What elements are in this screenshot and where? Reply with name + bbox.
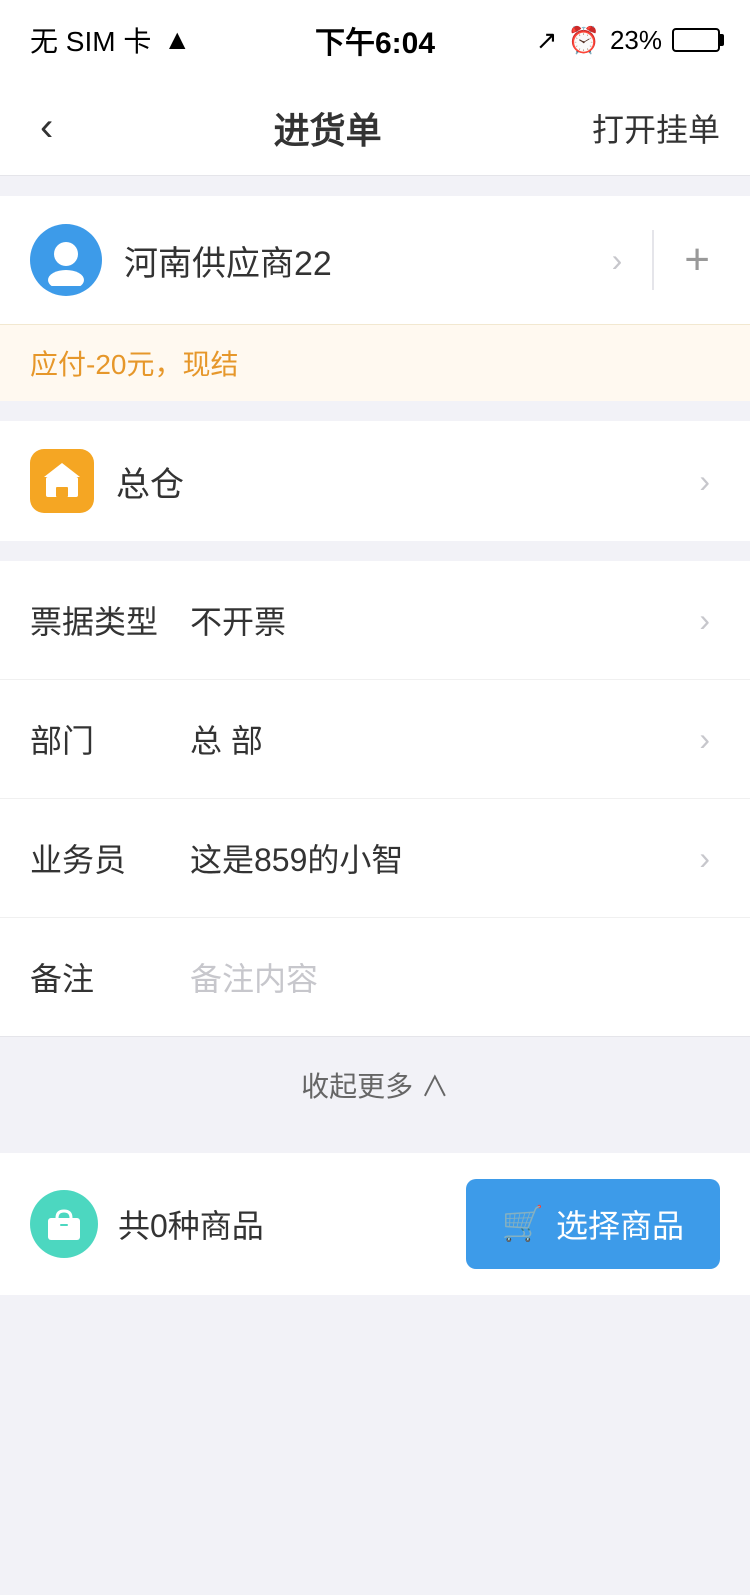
nav-bar: ‹ 进货单 打开挂单 xyxy=(0,80,750,176)
status-carrier: 无 SIM 卡 ▲ xyxy=(30,20,191,60)
location-icon: ↗ xyxy=(536,25,558,56)
supplier-section: 河南供应商22 › + 应付-20元，现结 xyxy=(0,196,750,401)
goods-info: 共0种商品 xyxy=(30,1190,264,1258)
select-goods-button[interactable]: 🛒 选择商品 xyxy=(466,1179,720,1269)
form-section: 票据类型 不开票 › 部门 总 部 › 业务员 这是859的小智 › 备注 备注… xyxy=(0,561,750,1036)
select-goods-label: 选择商品 xyxy=(556,1201,684,1247)
section-gap-2 xyxy=(0,401,750,421)
remark-row[interactable]: 备注 备注内容 xyxy=(0,918,750,1036)
section-gap-3 xyxy=(0,541,750,561)
remark-input[interactable]: 备注内容 xyxy=(190,954,720,1000)
sales-chevron-icon: › xyxy=(699,840,710,877)
notice-bar: 应付-20元，现结 xyxy=(0,324,750,401)
bottom-bar: 共0种商品 🛒 选择商品 xyxy=(0,1153,750,1295)
warehouse-chevron-icon: › xyxy=(699,463,710,500)
goods-count: 共0种商品 xyxy=(118,1201,264,1247)
department-chevron-icon: › xyxy=(699,721,710,758)
divider xyxy=(652,230,654,290)
collapse-text: 收起更多 ∧ xyxy=(301,1071,449,1102)
invoice-value: 不开票 xyxy=(190,597,699,643)
department-row[interactable]: 部门 总 部 › xyxy=(0,680,750,799)
invoice-label: 票据类型 xyxy=(30,597,170,643)
warehouse-row[interactable]: 总仓 › xyxy=(0,421,750,541)
supplier-row[interactable]: 河南供应商22 › + xyxy=(0,196,750,324)
open-pending-button[interactable]: 打开挂单 xyxy=(592,105,720,151)
goods-icon xyxy=(30,1190,98,1258)
battery-icon xyxy=(672,28,720,52)
status-time: 下午6:04 xyxy=(315,18,435,62)
warehouse-name: 总仓 xyxy=(116,457,699,506)
supplier-chevron-icon: › xyxy=(612,242,623,279)
department-value: 总 部 xyxy=(190,716,699,762)
invoice-chevron-icon: › xyxy=(699,602,710,639)
add-supplier-button[interactable]: + xyxy=(674,225,720,295)
sales-value: 这是859的小智 xyxy=(190,835,699,881)
back-button[interactable]: ‹ xyxy=(30,95,63,160)
warehouse-section: 总仓 › xyxy=(0,421,750,541)
warehouse-icon xyxy=(30,449,94,513)
sales-row[interactable]: 业务员 这是859的小智 › xyxy=(0,799,750,918)
alarm-icon: ⏰ xyxy=(568,25,600,56)
supplier-name: 河南供应商22 xyxy=(124,236,612,285)
status-bar: 无 SIM 卡 ▲ 下午6:04 ↗ ⏰ 23% xyxy=(0,0,750,80)
remark-label: 备注 xyxy=(30,954,170,1000)
battery-percent: 23% xyxy=(610,25,662,56)
notice-text: 应付-20元，现结 xyxy=(30,349,238,380)
status-right: ↗ ⏰ 23% xyxy=(536,25,720,56)
sales-label: 业务员 xyxy=(30,835,170,881)
page-title: 进货单 xyxy=(274,102,382,154)
wifi-icon: ▲ xyxy=(163,24,191,56)
collapse-row[interactable]: 收起更多 ∧ xyxy=(0,1036,750,1133)
department-label: 部门 xyxy=(30,716,170,762)
gray-fill-area xyxy=(0,1295,750,1595)
supplier-avatar xyxy=(30,224,102,296)
select-goods-icon: 🛒 xyxy=(502,1204,544,1244)
section-gap-1 xyxy=(0,176,750,196)
invoice-type-row[interactable]: 票据类型 不开票 › xyxy=(0,561,750,680)
